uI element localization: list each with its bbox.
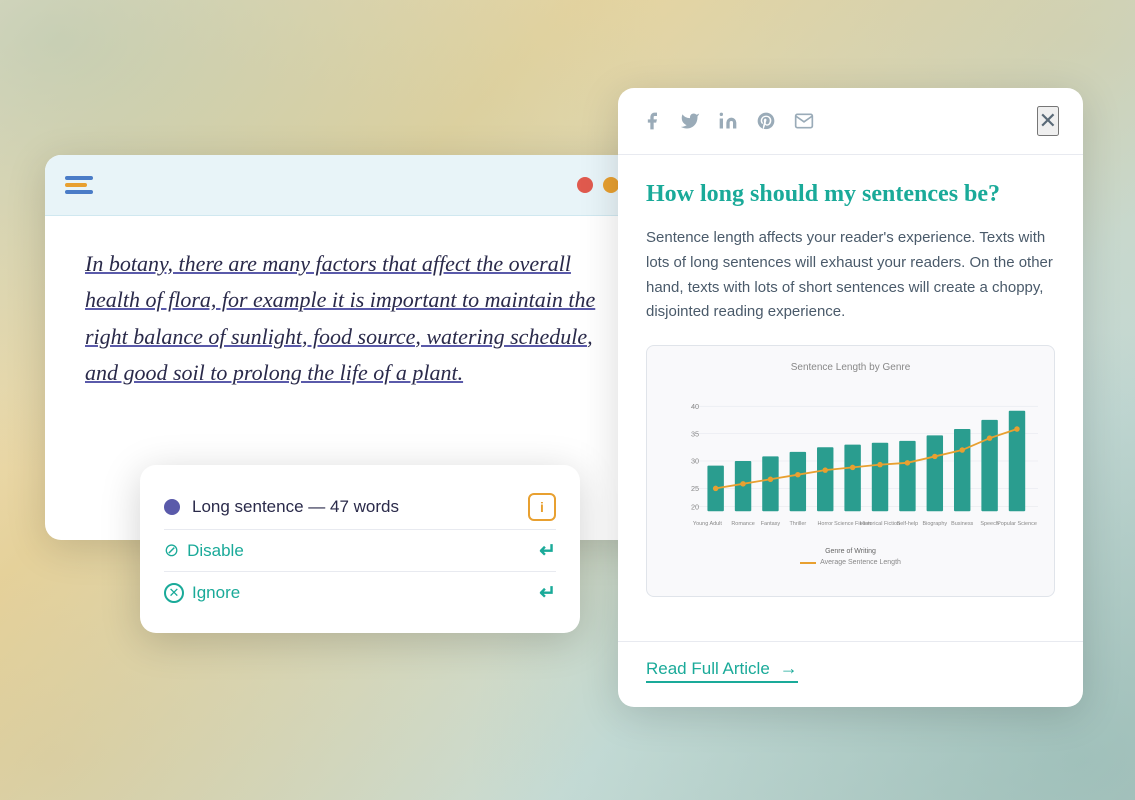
svg-text:Romance: Romance [731,521,754,527]
chart-svg: 40 35 30 25 20 [691,381,1038,541]
disable-arrow-icon: ↵ [539,538,556,563]
svg-text:20: 20 [691,503,699,512]
read-full-article-link[interactable]: Read Full Article → [646,658,798,683]
legend-label: Average Sentence Length [820,559,901,566]
tooltip-ignore-left: ✕ Ignore [164,583,240,603]
read-more-label: Read Full Article [646,659,770,679]
pinterest-icon[interactable] [756,111,776,131]
legend-line-icon [800,562,816,564]
svg-text:Popular Science: Popular Science [997,521,1037,527]
tooltip-ignore-label: Ignore [192,583,240,603]
svg-text:Fantasy: Fantasy [761,521,781,527]
editor-text[interactable]: In botany, there are many factors that a… [85,246,625,391]
close-button[interactable]: ✕ [1037,106,1059,136]
circle-x-icon: ✕ [164,583,184,603]
icon-bar-1 [65,176,93,180]
tooltip-ignore-row[interactable]: ✕ Ignore ↵ [164,571,556,613]
tooltip-sentence-left: Long sentence — 47 words [164,497,399,517]
highlighted-text: In botany, there are many factors that a… [85,251,595,385]
icon-bar-3 [65,190,93,194]
tooltip-disable-left: ⊘ Disable [164,540,244,561]
icon-bar-2 [65,183,87,187]
editor-content: In botany, there are many factors that a… [45,216,665,411]
close-dot[interactable] [577,177,593,193]
chart-axis-title: Genre of Writing [663,548,1038,555]
arrow-right-icon: → [780,658,798,679]
twitter-icon[interactable] [680,111,700,131]
info-icon[interactable]: i [528,493,556,521]
social-icons [642,111,814,131]
tooltip-sentence-label: Long sentence — 47 words [192,497,399,517]
facebook-icon[interactable] [642,111,662,131]
linkedin-icon[interactable] [718,111,738,131]
svg-text:Historical Fiction: Historical Fiction [860,521,900,527]
ignore-arrow-icon: ↵ [539,580,556,605]
svg-text:Business: Business [951,521,973,527]
chart-legend: Average Sentence Length [663,559,1038,566]
editor-titlebar [45,155,665,216]
article-description: Sentence length affects your reader's ex… [646,226,1055,325]
svg-text:Young Adult: Young Adult [693,521,722,527]
svg-text:Biography: Biography [922,521,947,527]
svg-text:30: 30 [691,457,699,466]
article-read-more[interactable]: Read Full Article → [618,641,1083,707]
svg-text:Self-help: Self-help [897,521,919,527]
tooltip-popup: Long sentence — 47 words i ⊘ Disable ↵ ✕… [140,465,580,633]
article-header: ✕ [618,88,1083,155]
eye-slash-icon: ⊘ [164,540,179,561]
svg-text:25: 25 [691,484,699,493]
article-body: How long should my sentences be? Sentenc… [618,155,1083,641]
tooltip-sentence-row: Long sentence — 47 words i [164,485,556,529]
chart-title: Sentence Length by Genre [663,362,1038,373]
tooltip-disable-label: Disable [187,541,244,561]
minimize-dot[interactable] [603,177,619,193]
svg-text:Thriller: Thriller [789,521,806,527]
svg-text:40: 40 [691,402,699,411]
tooltip-disable-row[interactable]: ⊘ Disable ↵ [164,529,556,571]
svg-text:Horror: Horror [817,521,833,527]
svg-text:35: 35 [691,430,699,439]
editor-app-icon [65,169,97,201]
article-title: How long should my sentences be? [646,179,1055,210]
sentence-length-chart: Sentence Length by Genre 40 35 [646,345,1055,597]
article-panel: ✕ How long should my sentences be? Sente… [618,88,1083,707]
sentence-dot-icon [164,499,180,515]
email-icon[interactable] [794,111,814,131]
svg-text:Speech: Speech [980,521,999,527]
